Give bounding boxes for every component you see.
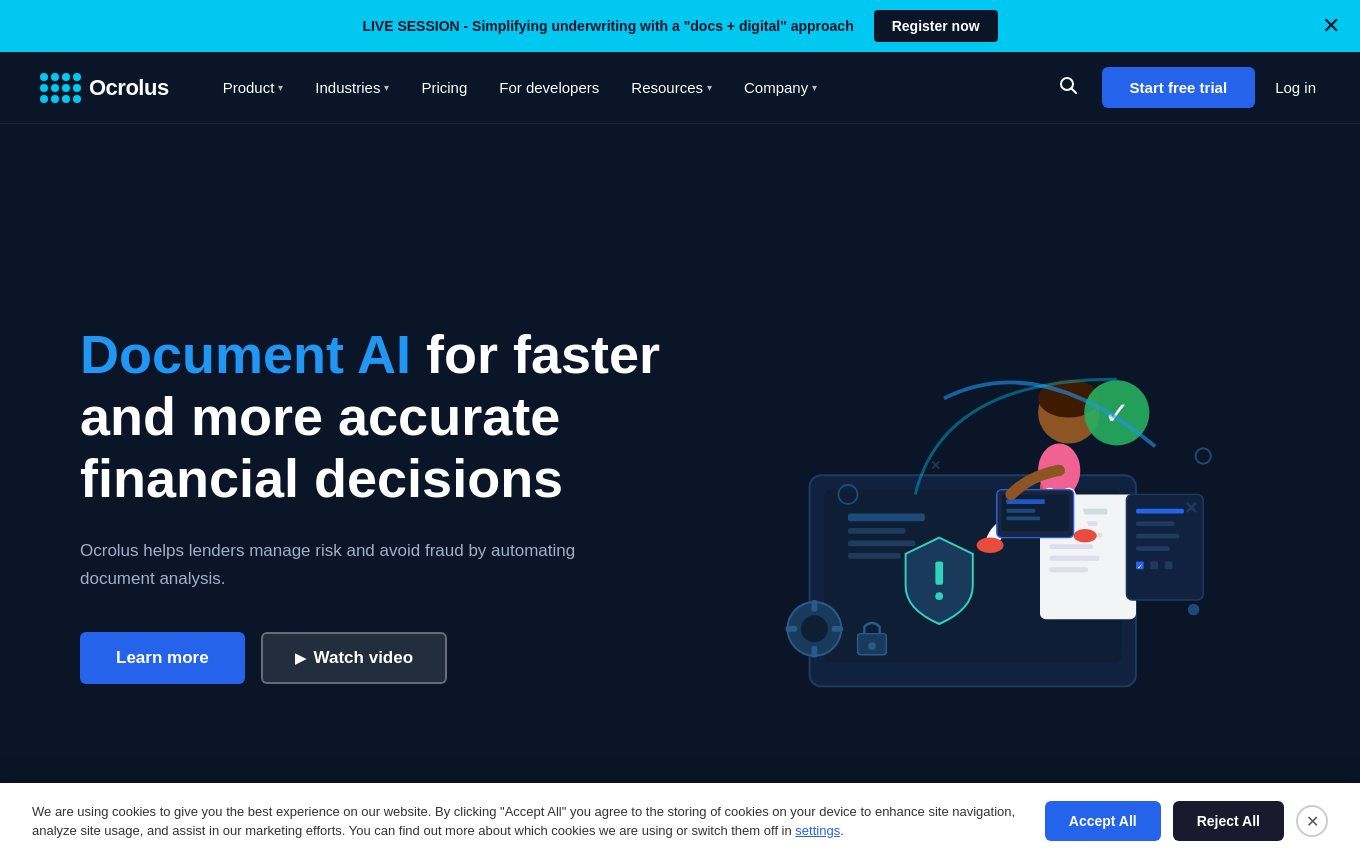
nav-item-resources[interactable]: Resources ▾ xyxy=(617,71,726,104)
svg-rect-17 xyxy=(848,552,901,558)
hero-title-accent: Document AI xyxy=(80,324,411,384)
svg-point-13 xyxy=(935,592,943,600)
hero-buttons: Learn more ▶ Watch video xyxy=(80,632,664,684)
chevron-down-icon: ▾ xyxy=(278,82,283,93)
nav-links: Product ▾ Industries ▾ Pricing For devel… xyxy=(209,71,1050,104)
svg-point-5 xyxy=(801,615,828,642)
hero-title: Document AI for faster and more accurate… xyxy=(80,323,664,509)
hero-description: Ocrolus helps lenders manage risk and av… xyxy=(80,537,600,591)
svg-rect-15 xyxy=(848,528,906,534)
nav-item-industries[interactable]: Industries ▾ xyxy=(301,71,403,104)
cookie-banner: We are using cookies to give you the bes… xyxy=(0,783,1360,859)
chevron-down-icon: ▾ xyxy=(812,82,817,93)
banner-text: LIVE SESSION - Simplifying underwriting … xyxy=(362,18,853,34)
start-trial-button[interactable]: Start free trial xyxy=(1102,67,1256,108)
svg-rect-45 xyxy=(1006,516,1040,520)
play-icon: ▶ xyxy=(295,650,306,666)
svg-text:✓: ✓ xyxy=(1137,563,1143,570)
nav-right: Start free trial Log in xyxy=(1050,67,1320,108)
svg-rect-8 xyxy=(786,625,798,631)
nav-item-developers[interactable]: For developers xyxy=(485,71,613,104)
logo-text: Ocrolus xyxy=(89,75,169,101)
navigation: Ocrolus Product ▾ Industries ▾ Pricing F… xyxy=(0,52,1360,124)
chevron-down-icon: ▾ xyxy=(707,82,712,93)
cookie-settings-link[interactable]: settings xyxy=(795,823,840,838)
svg-rect-34 xyxy=(1150,561,1158,569)
svg-text:✕: ✕ xyxy=(930,458,941,473)
logo[interactable]: Ocrolus xyxy=(40,73,169,103)
hero-content: Document AI for faster and more accurate… xyxy=(80,323,704,684)
nav-item-product[interactable]: Product ▾ xyxy=(209,71,298,104)
banner-close-button[interactable]: ✕ xyxy=(1322,15,1340,37)
learn-more-button[interactable]: Learn more xyxy=(80,632,245,684)
cookie-close-button[interactable]: ✕ xyxy=(1296,805,1328,837)
svg-rect-31 xyxy=(1136,546,1170,551)
svg-line-1 xyxy=(1071,89,1076,94)
register-button[interactable]: Register now xyxy=(874,10,998,42)
svg-text:✕: ✕ xyxy=(1184,497,1198,517)
svg-rect-14 xyxy=(848,513,925,521)
svg-rect-24 xyxy=(1050,567,1088,572)
hero-section: Document AI for faster and more accurate… xyxy=(0,124,1360,859)
login-link[interactable]: Log in xyxy=(1271,71,1320,104)
svg-point-11 xyxy=(868,642,876,650)
logo-icon xyxy=(40,73,81,103)
svg-point-50 xyxy=(1188,603,1200,615)
svg-rect-7 xyxy=(812,646,818,658)
svg-point-49 xyxy=(1196,448,1211,463)
svg-rect-16 xyxy=(848,540,915,546)
hero-illustration: Doc ✓ xyxy=(704,294,1280,714)
svg-rect-28 xyxy=(1136,508,1184,513)
svg-rect-12 xyxy=(935,561,943,584)
svg-rect-22 xyxy=(1050,544,1093,549)
watch-video-button[interactable]: ▶ Watch video xyxy=(261,632,448,684)
reject-cookies-button[interactable]: Reject All xyxy=(1173,801,1284,841)
top-banner: LIVE SESSION - Simplifying underwriting … xyxy=(0,0,1360,52)
svg-rect-23 xyxy=(1050,555,1100,560)
accept-cookies-button[interactable]: Accept All xyxy=(1045,801,1161,841)
svg-rect-9 xyxy=(832,625,844,631)
svg-rect-35 xyxy=(1165,561,1173,569)
svg-rect-44 xyxy=(1006,508,1035,512)
svg-rect-6 xyxy=(812,600,818,612)
cookie-text: We are using cookies to give you the bes… xyxy=(32,802,1021,841)
nav-item-pricing[interactable]: Pricing xyxy=(407,71,481,104)
search-button[interactable] xyxy=(1050,67,1086,108)
search-icon xyxy=(1058,75,1078,95)
cookie-buttons: Accept All Reject All ✕ xyxy=(1045,801,1328,841)
svg-point-40 xyxy=(1074,528,1097,541)
hero-image: Doc ✓ xyxy=(752,294,1232,714)
svg-point-39 xyxy=(977,537,1004,552)
nav-item-company[interactable]: Company ▾ xyxy=(730,71,831,104)
svg-rect-30 xyxy=(1136,533,1179,538)
chevron-down-icon: ▾ xyxy=(384,82,389,93)
svg-rect-29 xyxy=(1136,521,1174,526)
